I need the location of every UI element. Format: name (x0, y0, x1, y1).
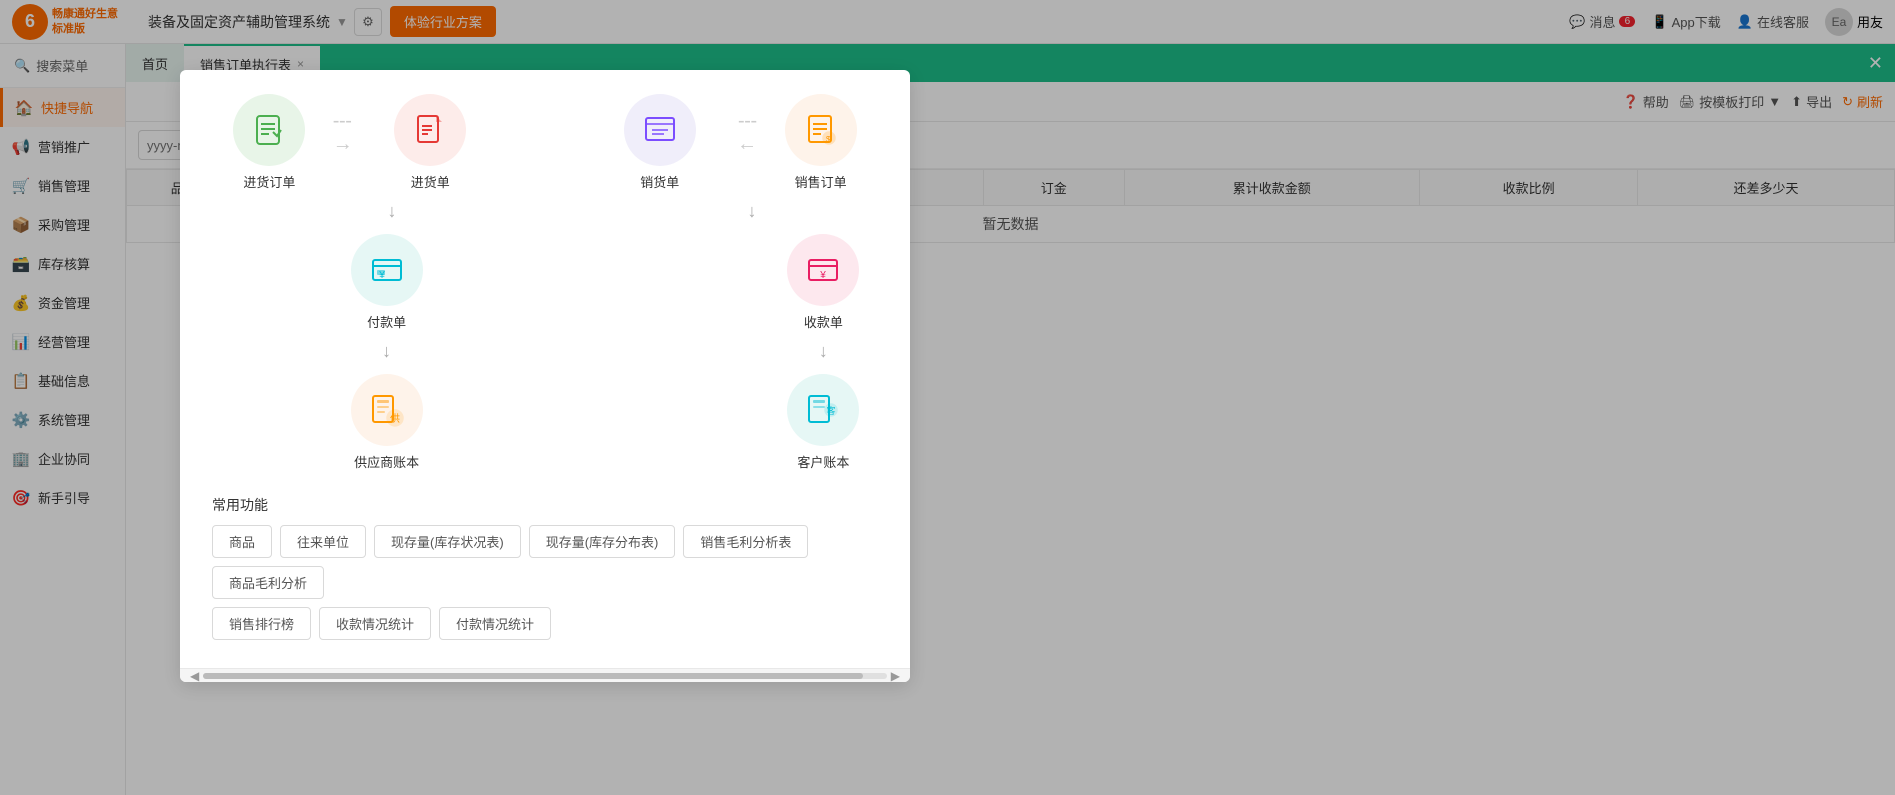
arrow-order-to-sales: - - - → (717, 110, 763, 156)
sales-order-circle: $ (785, 94, 857, 166)
func-btn-row-2: 销售排行榜 收款情况统计 付款情况统计 (212, 607, 878, 640)
scroll-left-arrow[interactable]: ◀ (186, 669, 203, 683)
modal-content: 进货订单 - - - → (180, 70, 910, 668)
scrollbar-track (203, 673, 887, 679)
arrow-down-payment: ↓ (332, 339, 441, 366)
scroll-right-arrow[interactable]: ▶ (887, 669, 904, 683)
sales-order-icon: $ (803, 112, 839, 148)
modal-scrollbar: ◀ ▶ (180, 668, 910, 682)
purchase-order-icon (251, 112, 287, 148)
svg-text:¥: ¥ (820, 270, 827, 281)
workflow-row-5: 供 供应商账本 (332, 374, 878, 471)
func-btn-stock-dist[interactable]: 现存量(库存分布表) (529, 525, 676, 558)
workflow-diagram: 进货订单 - - - → (212, 94, 878, 479)
workflow-node-sales-bill[interactable]: 销货单 (602, 94, 717, 191)
purchase-order-circle (233, 94, 305, 166)
svg-text:$: $ (826, 135, 831, 144)
workflow-row-1: 进货订单 - - - → (212, 94, 878, 191)
workflow-node-customer-account[interactable]: 客 客户账本 (769, 374, 878, 471)
svg-text:供: 供 (390, 412, 400, 425)
sales-order-label: 销售订单 (795, 172, 847, 191)
common-functions: 常用功能 商品 往来单位 现存量(库存状况表) 现存量(库存分布表) 销售毛利分… (212, 495, 878, 640)
arrow-purchase-to-bill: - - - → (327, 110, 373, 156)
customer-account-icon: 客 (805, 392, 841, 428)
purchase-order-label: 进货订单 (243, 172, 295, 191)
workflow-node-purchase-bill[interactable]: 进货单 (373, 94, 488, 191)
func-btn-product-gross[interactable]: 商品毛利分析 (212, 566, 324, 599)
sales-bill-circle (624, 94, 696, 166)
payment-label: 付款单 (367, 312, 406, 331)
func-btn-receipt-stats[interactable]: 收款情况统计 (319, 607, 431, 640)
func-btn-payment-stats[interactable]: 付款情况统计 (439, 607, 551, 640)
supplier-account-icon: 供 (369, 392, 405, 428)
purchase-bill-circle (394, 94, 466, 166)
supplier-account-label: 供应商账本 (354, 452, 419, 471)
customer-account-circle: 客 (787, 374, 859, 446)
receipt-circle: ¥ (787, 234, 859, 306)
func-btn-row-1: 商品 往来单位 现存量(库存状况表) 现存量(库存分布表) 销售毛利分析表 商品… (212, 525, 878, 599)
customer-account-label: 客户账本 (797, 452, 849, 471)
receipt-label: 收款单 (804, 312, 843, 331)
workflow-node-purchase-order[interactable]: 进货订单 (212, 94, 327, 191)
sales-bill-icon (642, 112, 678, 148)
svg-text:¥: ¥ (378, 270, 385, 281)
workflow-node-payment[interactable]: ¥ 付款单 (332, 234, 441, 331)
scrollbar-thumb[interactable] (203, 673, 863, 679)
func-btn-sales-rank[interactable]: 销售排行榜 (212, 607, 311, 640)
payment-circle: ¥ (351, 234, 423, 306)
svg-text:客: 客 (827, 405, 836, 416)
common-funcs-title: 常用功能 (212, 495, 878, 515)
payment-icon: ¥ (369, 252, 405, 288)
func-btn-stock-status[interactable]: 现存量(库存状况表) (374, 525, 521, 558)
arrow-down-purchase: ↓ (332, 199, 452, 226)
modal-box: 进货订单 - - - → (180, 70, 910, 682)
workflow-node-receipt[interactable]: ¥ 收款单 (769, 234, 878, 331)
modal-overlay: 进货订单 - - - → (0, 0, 1895, 795)
arrow-down-receipt: ↓ (769, 339, 878, 366)
func-btn-sales-gross[interactable]: 销售毛利分析表 (683, 525, 808, 558)
workflow-row-3: ¥ 付款单 ¥ (332, 234, 878, 331)
workflow-row-arrows-2: ↓ ↓ (332, 339, 878, 366)
purchase-bill-label: 进货单 (411, 172, 450, 191)
arrow-down-sales: ↓ (692, 199, 812, 226)
workflow-node-sales-order[interactable]: $ 销售订单 (763, 94, 878, 191)
workflow-row-arrows: ↓ ↓ (332, 199, 878, 226)
receipt-icon: ¥ (805, 252, 841, 288)
func-btn-product[interactable]: 商品 (212, 525, 272, 558)
supplier-account-circle: 供 (351, 374, 423, 446)
sales-bill-label: 销货单 (640, 172, 679, 191)
func-btn-partner[interactable]: 往来单位 (280, 525, 366, 558)
workflow-node-supplier-account[interactable]: 供 供应商账本 (332, 374, 441, 471)
purchase-bill-icon (412, 112, 448, 148)
